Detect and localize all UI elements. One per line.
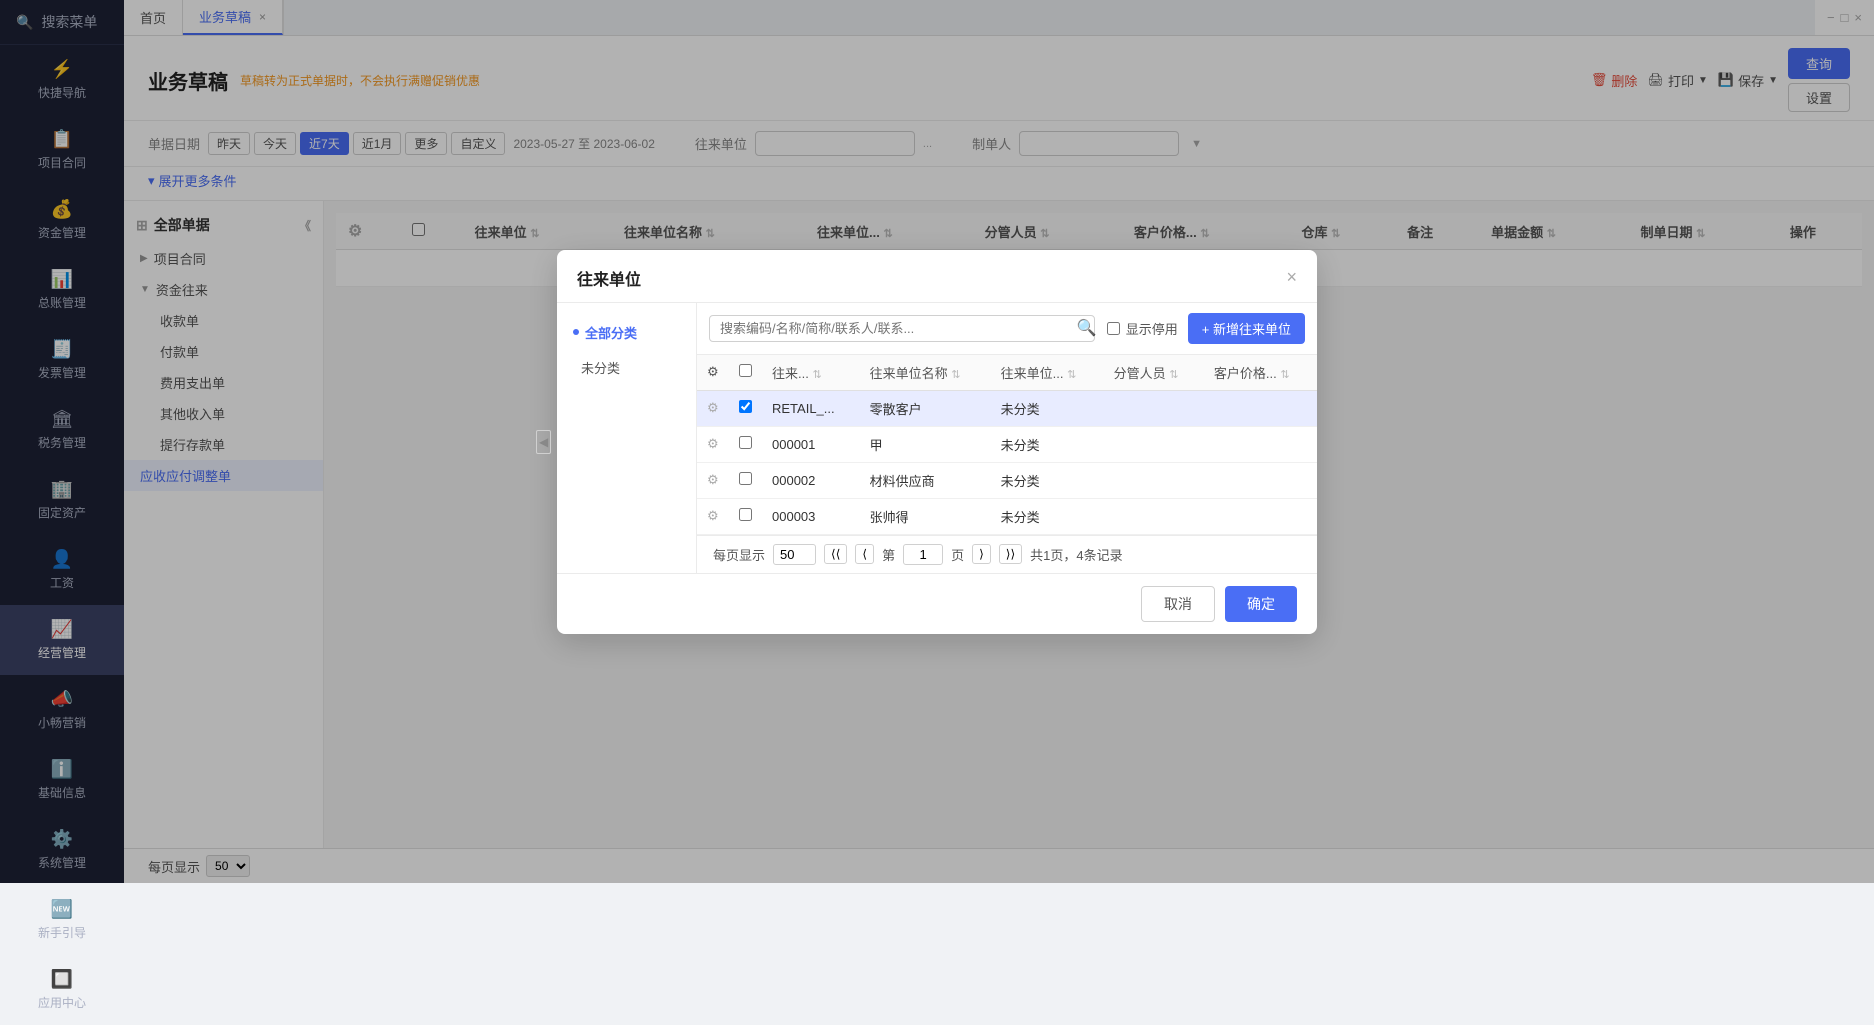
all-category-dot xyxy=(573,329,579,335)
row-price xyxy=(1204,426,1317,462)
dialog-sidebar: 全部分类 未分类 ◀ xyxy=(557,303,697,573)
row-code: 000002 xyxy=(762,462,860,498)
page-suffix: 页 xyxy=(951,545,964,564)
row-settings[interactable]: ⚙ xyxy=(697,426,729,462)
dialog-body: 全部分类 未分类 ◀ 🔍 显示停用 + 新增往来单位 xyxy=(557,303,1317,573)
dialog-sidebar-all[interactable]: 全部分类 xyxy=(557,315,696,350)
row-price xyxy=(1204,498,1317,534)
row-code: 000003 xyxy=(762,498,860,534)
row-category: 未分类 xyxy=(991,462,1104,498)
dialog-table-row[interactable]: ⚙ 000001 甲 未分类 xyxy=(697,426,1317,462)
show-disabled-label[interactable]: 显示停用 xyxy=(1107,319,1178,338)
dialog-footer-bar: 每页显示 50 ⟨⟨ ⟨ 第 页 ⟩ ⟩⟩ 共1页，4条记录 xyxy=(697,535,1317,573)
appcenter-icon: 🔲 xyxy=(51,969,73,990)
dialog-overlay: 往来单位 × 全部分类 未分类 ◀ 🔍 xyxy=(0,0,1874,883)
sidebar-item-appcenter[interactable]: 🔲 应用中心 xyxy=(0,955,124,1025)
search-icon: 🔍 xyxy=(1077,318,1097,338)
row-manager xyxy=(1104,390,1204,426)
pagination: 每页显示 50 ⟨⟨ ⟨ 第 页 ⟩ ⟩⟩ 共1页，4条记录 xyxy=(713,544,1123,565)
dialog-table-row[interactable]: ⚙ 000002 材料供应商 未分类 xyxy=(697,462,1317,498)
dialog-col-settings[interactable]: ⚙ xyxy=(697,355,729,391)
row-checkbox[interactable] xyxy=(729,426,762,462)
dialog-table-row[interactable]: ⚙ RETAIL_... 零散客户 未分类 xyxy=(697,390,1317,426)
dialog-main: 🔍 显示停用 + 新增往来单位 ⚙ 往来... ⇅ xyxy=(697,303,1317,573)
row-checkbox[interactable] xyxy=(729,462,762,498)
dialog-sidebar-all-label: 全部分类 xyxy=(585,323,637,342)
partner-dialog: 往来单位 × 全部分类 未分类 ◀ 🔍 xyxy=(557,250,1317,634)
row-price xyxy=(1204,462,1317,498)
cancel-button[interactable]: 取消 xyxy=(1141,586,1215,622)
dialog-close-button[interactable]: × xyxy=(1286,267,1297,288)
dialog-col-manager: 分管人员 ⇅ xyxy=(1104,355,1204,391)
row-checkbox[interactable] xyxy=(729,498,762,534)
dialog-sidebar-unclassified-label: 未分类 xyxy=(581,358,620,377)
dialog-col-category: 往来单位... ⇅ xyxy=(991,355,1104,391)
sidebar-item-label: 应用中心 xyxy=(38,994,86,1011)
row-name: 零散客户 xyxy=(860,390,991,426)
confirm-button[interactable]: 确定 xyxy=(1225,586,1297,622)
row-manager xyxy=(1104,498,1204,534)
dialog-col-name: 往来单位名称 ⇅ xyxy=(860,355,991,391)
show-disabled-checkbox[interactable] xyxy=(1107,322,1120,335)
row-price xyxy=(1204,390,1317,426)
last-page-button[interactable]: ⟩⟩ xyxy=(999,544,1022,564)
row-code: RETAIL_... xyxy=(762,390,860,426)
row-manager xyxy=(1104,462,1204,498)
dialog-search-input[interactable] xyxy=(709,315,1095,342)
row-category: 未分类 xyxy=(991,426,1104,462)
page-word: 第 xyxy=(882,545,895,564)
sidebar-item-newguide[interactable]: 🆕 新手引导 xyxy=(0,885,124,955)
row-settings[interactable]: ⚙ xyxy=(697,498,729,534)
dialog-title: 往来单位 xyxy=(577,266,641,290)
dialog-col-price: 客户价格... ⇅ xyxy=(1204,355,1317,391)
row-settings[interactable]: ⚙ xyxy=(697,390,729,426)
row-category: 未分类 xyxy=(991,498,1104,534)
row-name: 甲 xyxy=(860,426,991,462)
row-name: 张帅得 xyxy=(860,498,991,534)
first-page-button[interactable]: ⟨⟨ xyxy=(824,544,847,564)
total-records-label: 共1页，4条记录 xyxy=(1030,545,1122,564)
dialog-toolbar: 🔍 显示停用 + 新增往来单位 xyxy=(697,303,1317,355)
sidebar-item-label: 新手引导 xyxy=(38,924,86,941)
dialog-col-checkbox[interactable] xyxy=(729,355,762,391)
next-page-button[interactable]: ⟩ xyxy=(972,544,991,564)
row-name: 材料供应商 xyxy=(860,462,991,498)
dialog-table-row[interactable]: ⚙ 000003 张帅得 未分类 xyxy=(697,498,1317,534)
newguide-icon: 🆕 xyxy=(51,899,73,920)
dialog-actions: 取消 确定 xyxy=(557,573,1317,634)
dialog-header: 往来单位 × xyxy=(557,250,1317,303)
row-checkbox[interactable] xyxy=(729,390,762,426)
page-number-input[interactable] xyxy=(903,544,943,565)
dialog-col-code: 往来... ⇅ xyxy=(762,355,860,391)
row-category: 未分类 xyxy=(991,390,1104,426)
dialog-table: ⚙ 往来... ⇅ 往来单位名称 ⇅ 往来单位... ⇅ 分管人员 ⇅ 客户价格… xyxy=(697,355,1317,535)
page-size-label: 每页显示 xyxy=(713,545,765,564)
add-partner-button[interactable]: + 新增往来单位 xyxy=(1188,313,1305,344)
row-manager xyxy=(1104,426,1204,462)
prev-page-button[interactable]: ⟨ xyxy=(855,544,874,564)
row-settings[interactable]: ⚙ xyxy=(697,462,729,498)
page-size-select[interactable]: 50 xyxy=(773,544,816,565)
dialog-table-wrap: ⚙ 往来... ⇅ 往来单位名称 ⇅ 往来单位... ⇅ 分管人员 ⇅ 客户价格… xyxy=(697,355,1317,535)
dialog-select-all[interactable] xyxy=(739,364,752,377)
row-code: 000001 xyxy=(762,426,860,462)
dialog-sidebar-unclassified[interactable]: 未分类 xyxy=(557,350,696,385)
